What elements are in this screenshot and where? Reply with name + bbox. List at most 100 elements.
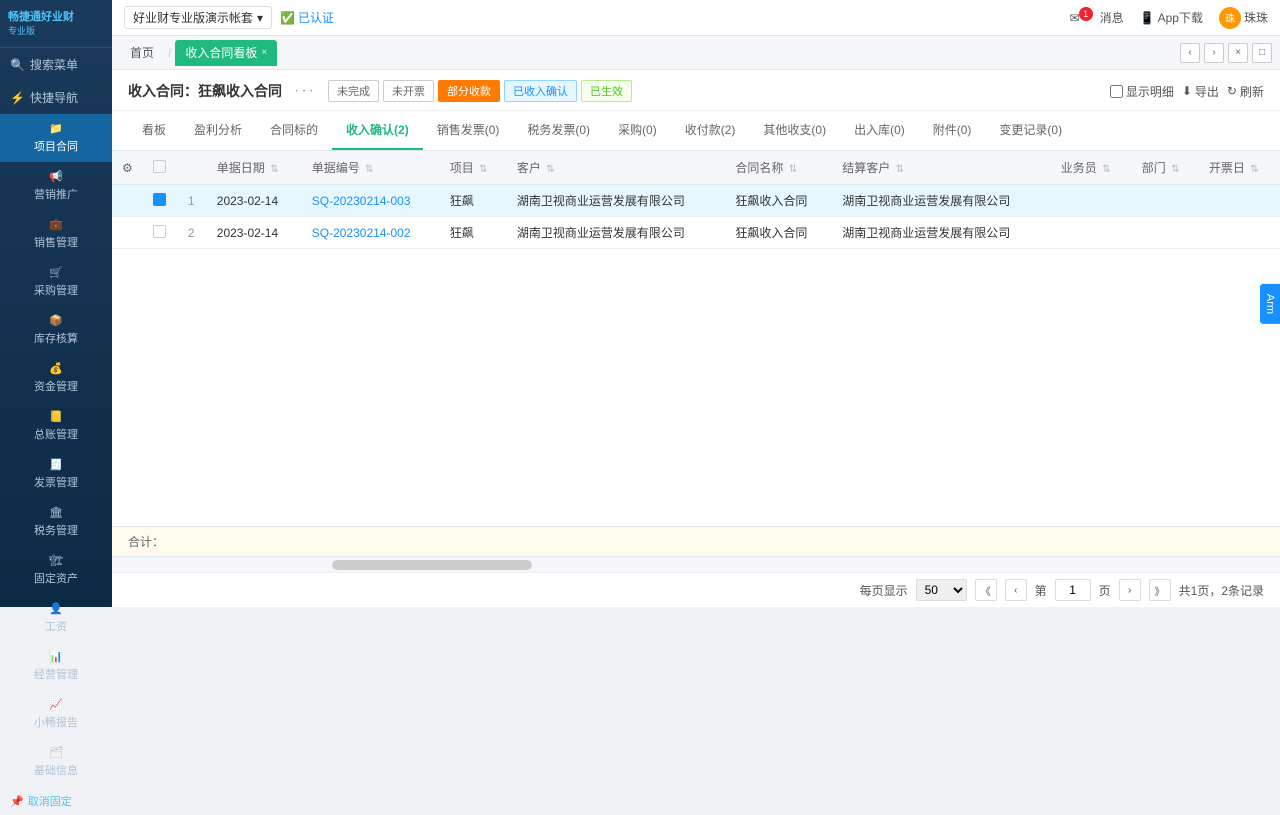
tab-profit-analysis[interactable]: 盈利分析 (180, 111, 256, 150)
last-page-button[interactable]: 》 (1149, 579, 1171, 601)
th-department[interactable]: 部门 ⇅ (1132, 151, 1199, 185)
td-salesperson (1051, 217, 1132, 249)
sidebar-item-search[interactable]: 🔍 搜索菜单 (0, 48, 112, 81)
tab-prev-button[interactable]: ‹ (1180, 43, 1200, 63)
sidebar-item-invoice[interactable]: 🧾 发票管理 (0, 450, 112, 498)
td-settings (112, 217, 143, 249)
sidebar-item-marketing[interactable]: 📢 营销推广 (0, 162, 112, 210)
td-open-date (1199, 217, 1280, 249)
tab-maximize-button[interactable]: □ (1252, 43, 1272, 63)
status-buttons: 未完成 未开票 部分收款 已收入确认 已生效 (328, 80, 632, 102)
sidebar-bottom-action[interactable]: 📌 取消固定 (0, 786, 112, 815)
status-partial-receipt[interactable]: 部分收款 (438, 80, 500, 102)
refresh-button[interactable]: ↻ 刷新 (1227, 83, 1264, 100)
td-checkbox[interactable] (143, 185, 176, 217)
sidebar-item-label: 项目合同 (34, 138, 78, 154)
sidebar-item-inventory[interactable]: 📦 库存核算 (0, 306, 112, 354)
number-link[interactable]: SQ-20230214-003 (312, 194, 411, 208)
sort-salesperson-icon: ⇅ (1102, 164, 1110, 175)
refresh-label: 刷新 (1240, 83, 1264, 100)
row-checkbox[interactable] (153, 225, 166, 238)
tab-other-income[interactable]: 其他收支(0) (749, 111, 840, 150)
company-selector[interactable]: 好业财专业版演示帐套 ▾ (124, 6, 272, 29)
tab-next-button[interactable]: › (1204, 43, 1224, 63)
page-size-select[interactable]: 20 50 100 (916, 579, 967, 601)
show-detail-checkbox[interactable]: 显示明细 (1110, 83, 1174, 100)
sidebar-item-hr[interactable]: 👤 工资 (0, 594, 112, 642)
status-unfinished[interactable]: 未完成 (328, 80, 379, 102)
select-all-checkbox[interactable] (153, 160, 166, 173)
active-tab-label: 收入合同看板 (185, 44, 257, 61)
scrollbar-thumb[interactable] (332, 560, 532, 570)
active-tab[interactable]: 收入合同看板 × (175, 40, 277, 66)
status-income-confirmed[interactable]: 已收入确认 (504, 80, 577, 102)
td-customer: 湖南卫视商业运营发展有限公司 (507, 217, 726, 249)
row-checkbox[interactable] (153, 193, 166, 206)
td-number[interactable]: SQ-20230214-003 (302, 185, 440, 217)
number-link[interactable]: SQ-20230214-002 (312, 226, 411, 240)
next-page-button[interactable]: › (1119, 579, 1141, 601)
sidebar-item-label: 销售管理 (34, 234, 78, 250)
tab-close-button[interactable]: × (1228, 43, 1248, 63)
th-open-date[interactable]: 开票日 ⇅ (1199, 151, 1280, 185)
td-checkbox[interactable] (143, 217, 176, 249)
sidebar-item-purchase[interactable]: 🛒 采购管理 (0, 258, 112, 306)
th-salesperson[interactable]: 业务员 ⇅ (1051, 151, 1132, 185)
refresh-icon: ↻ (1227, 84, 1237, 98)
first-page-button[interactable]: 《 (975, 579, 997, 601)
sidebar-item-project-contract[interactable]: 📁 项目合同 (0, 114, 112, 162)
tab-tax-invoice[interactable]: 税务发票(0) (513, 111, 604, 150)
show-detail-input[interactable] (1110, 85, 1123, 98)
right-float-button[interactable]: Arm (1260, 283, 1280, 323)
sidebar-item-sales[interactable]: 💼 销售管理 (0, 210, 112, 258)
status-effective[interactable]: 已生效 (581, 80, 632, 102)
prev-page-button[interactable]: ‹ (1005, 579, 1027, 601)
th-number[interactable]: 单据编号 ⇅ (302, 151, 440, 185)
th-contract-name[interactable]: 合同名称 ⇅ (725, 151, 832, 185)
tab-kanban[interactable]: 看板 (128, 111, 180, 150)
tab-inout-warehouse[interactable]: 出入库(0) (840, 111, 919, 150)
sidebar-item-tax[interactable]: 🏛 税务管理 (0, 498, 112, 546)
sidebar-item-quick-nav[interactable]: ⚡ 快捷导航 (0, 81, 112, 114)
check-icon: ✅ (280, 11, 295, 25)
th-customer[interactable]: 客户 ⇅ (507, 151, 726, 185)
sidebar-item-funds[interactable]: 💰 资金管理 (0, 354, 112, 402)
sidebar-item-fixed-assets[interactable]: 🏗 固定资产 (0, 546, 112, 594)
th-date[interactable]: 单据日期 ⇅ (207, 151, 302, 185)
export-button[interactable]: ⬇ 导出 (1182, 83, 1219, 100)
page-input[interactable] (1055, 579, 1091, 601)
message-button[interactable]: ✉ 1 消息 (1070, 9, 1124, 26)
tab-sales-invoice[interactable]: 销售发票(0) (423, 111, 514, 150)
inventory-icon: 📦 (49, 314, 63, 327)
tab-contract-subject[interactable]: 合同标的 (256, 111, 332, 150)
td-department (1132, 185, 1199, 217)
sidebar-item-reports[interactable]: 📈 小畅报告 (0, 690, 112, 738)
sidebar-item-basic-info[interactable]: 🗂 基础信息 (0, 738, 112, 786)
home-tab[interactable]: 首页 (120, 44, 164, 61)
table-footer: 合计： (112, 526, 1280, 556)
contract-more-icon[interactable]: ··· (294, 82, 316, 100)
nav-icon: ⚡ (10, 91, 25, 105)
status-uninvoiced[interactable]: 未开票 (383, 80, 434, 102)
content-tabs: 看板 盈利分析 合同标的 收入确认(2) 销售发票(0) 税务发票(0) 采购(… (112, 111, 1280, 151)
tab-attachments[interactable]: 附件(0) (919, 111, 986, 150)
th-settle-customer[interactable]: 结算客户 ⇅ (832, 151, 1051, 185)
sidebar-item-operations[interactable]: 📊 经营管理 (0, 642, 112, 690)
sidebar-item-label: 工资 (45, 618, 67, 634)
th-row-num (176, 151, 207, 185)
app-download-button[interactable]: 📱 App下载 (1140, 9, 1203, 26)
th-checkbox[interactable] (143, 151, 176, 185)
user-avatar[interactable]: 珠 珠珠 (1219, 7, 1268, 29)
tab-payment[interactable]: 收付款(2) (671, 111, 750, 150)
th-settings[interactable]: ⚙ (112, 151, 143, 185)
tab-purchase[interactable]: 采购(0) (604, 111, 671, 150)
sidebar-item-label: 营销推广 (34, 186, 78, 202)
close-tab-icon[interactable]: × (261, 47, 267, 58)
th-project[interactable]: 项目 ⇅ (440, 151, 507, 185)
tab-change-records[interactable]: 变更记录(0) (985, 111, 1076, 150)
certified-badge: ✅ 已认证 (280, 9, 334, 26)
td-number[interactable]: SQ-20230214-002 (302, 217, 440, 249)
tab-income-confirm[interactable]: 收入确认(2) (332, 111, 423, 150)
app-logo: 畅捷通好业财 专业版 (0, 0, 112, 48)
sidebar-item-general-ledger[interactable]: 📒 总账管理 (0, 402, 112, 450)
